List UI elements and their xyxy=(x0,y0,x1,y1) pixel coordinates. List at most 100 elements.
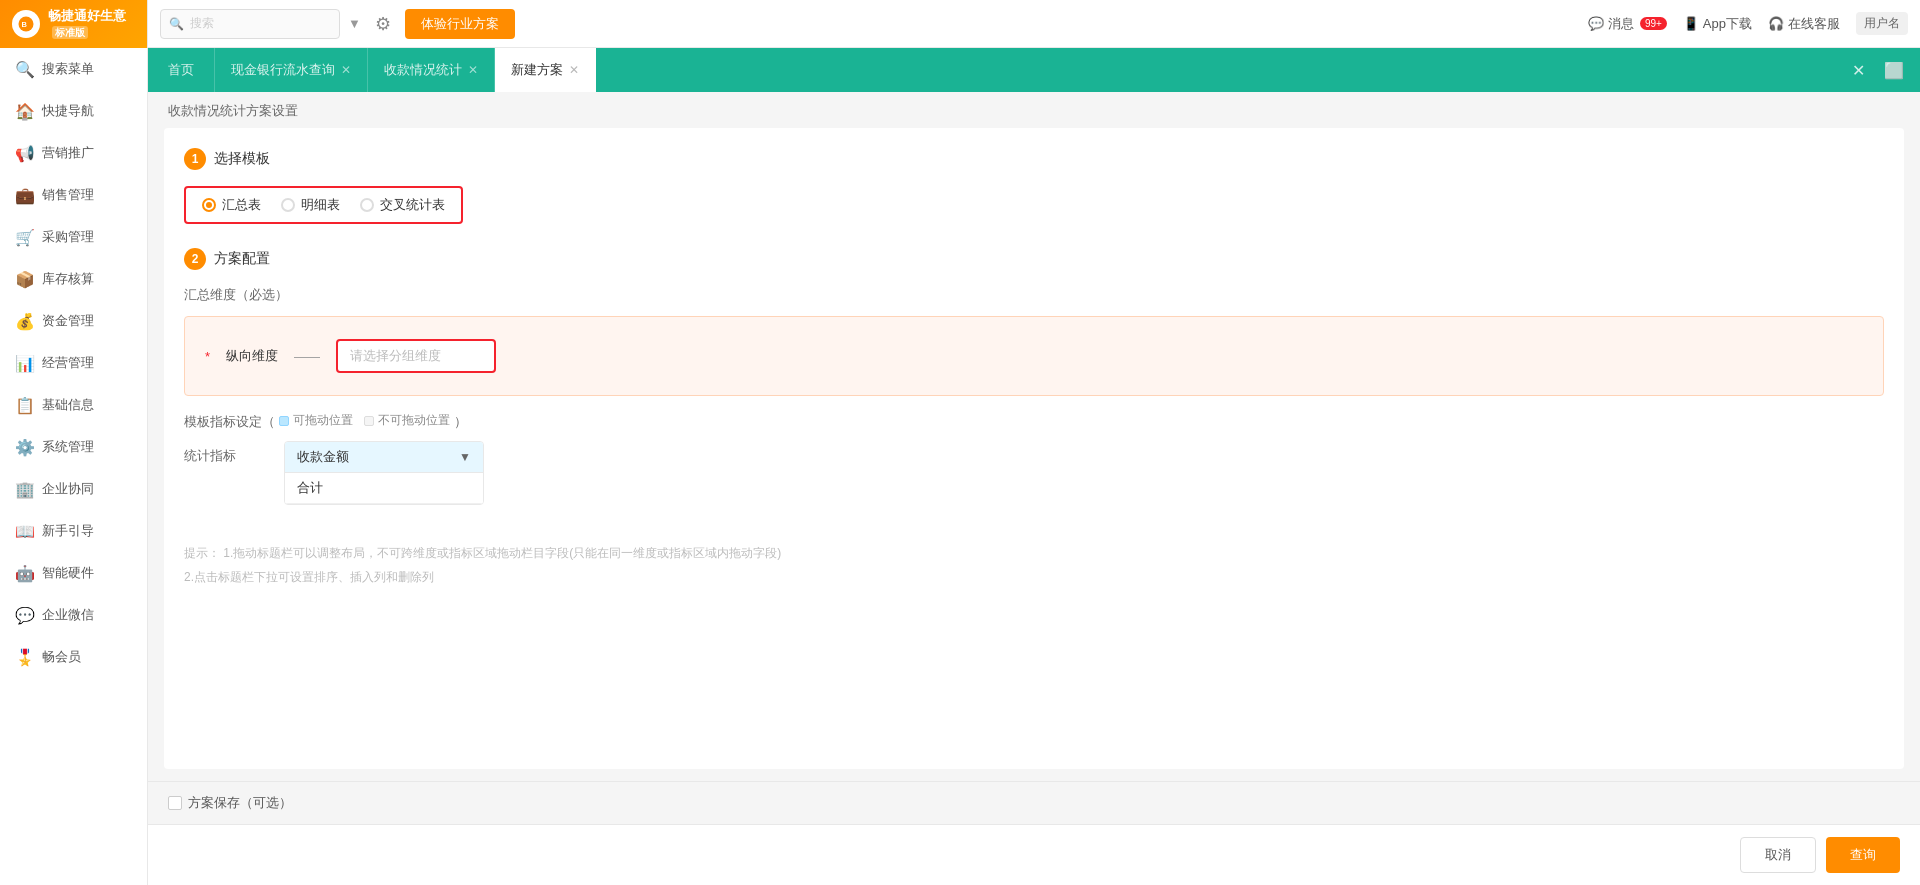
sidebar-item-member[interactable]: 🎖️ 畅会员 xyxy=(0,636,147,678)
sales-icon: 💼 xyxy=(16,186,34,204)
sidebar-item-inventory[interactable]: 📦 库存核算 xyxy=(0,258,147,300)
sidebar-item-label: 新手引导 xyxy=(42,522,94,540)
user-name: 用户名 xyxy=(1864,16,1900,30)
sidebar-item-search[interactable]: 🔍 搜索菜单 xyxy=(0,48,147,90)
sidebar-logo: B 畅捷通好生意 标准版 xyxy=(0,0,147,48)
service-label: 在线客服 xyxy=(1788,15,1840,33)
step2-header: 2 方案配置 xyxy=(184,248,1884,270)
form-card: 1 选择模板 汇总表 明细表 交叉统计表 xyxy=(164,128,1904,769)
download-icon: 📱 xyxy=(1683,16,1699,31)
sidebar-item-purchase[interactable]: 🛒 采购管理 xyxy=(0,216,147,258)
tab-collection-stats[interactable]: 收款情况统计 ✕ xyxy=(368,48,495,92)
sidebar-item-enterprise[interactable]: 🏢 企业协同 xyxy=(0,468,147,510)
legend-fixed-label: 不可拖动位置 xyxy=(378,412,450,429)
plan-save-checkbox[interactable]: 方案保存（可选） xyxy=(168,794,292,812)
page-content: 收款情况统计方案设置 1 选择模板 汇总表 明细表 xyxy=(148,92,1920,885)
dropdown-arrow-icon[interactable]: ▼ xyxy=(459,450,471,464)
radio-detail[interactable]: 明细表 xyxy=(281,196,340,214)
download-label: App下载 xyxy=(1703,15,1752,33)
radio-label-detail: 明细表 xyxy=(301,196,340,214)
sidebar-item-label: 库存核算 xyxy=(42,270,94,288)
sidebar-item-management[interactable]: 📊 经营管理 xyxy=(0,342,147,384)
step1-number: 1 xyxy=(184,148,206,170)
step1-title: 选择模板 xyxy=(214,150,270,168)
header-left: 🔍 搜索 ▼ ⚙ 体验行业方案 xyxy=(160,9,515,39)
legend-draggable-dot xyxy=(279,416,289,426)
query-button[interactable]: 查询 xyxy=(1826,837,1900,873)
sidebar-item-label: 企业微信 xyxy=(42,606,94,624)
sidebar-item-system[interactable]: ⚙️ 系统管理 xyxy=(0,426,147,468)
message-item[interactable]: 💬 消息 99+ xyxy=(1588,15,1667,33)
radio-cross[interactable]: 交叉统计表 xyxy=(360,196,445,214)
header-right: 💬 消息 99+ 📱 App下载 🎧 在线客服 用户名 xyxy=(1588,12,1908,35)
inventory-icon: 📦 xyxy=(16,270,34,288)
sidebar-item-label: 采购管理 xyxy=(42,228,94,246)
message-label: 消息 xyxy=(1608,15,1634,33)
marketing-icon: 📢 xyxy=(16,144,34,162)
tab-close-icon[interactable]: ✕ xyxy=(341,63,351,77)
metrics-category-label: 统计指标 xyxy=(184,441,264,465)
sidebar-item-basic[interactable]: 📋 基础信息 xyxy=(0,384,147,426)
tab-close-icon[interactable]: ✕ xyxy=(569,63,579,77)
sidebar-item-hardware[interactable]: 🤖 智能硬件 xyxy=(0,552,147,594)
sidebar-item-label: 基础信息 xyxy=(42,396,94,414)
legend-draggable-label: 可拖动位置 xyxy=(293,412,353,429)
home-icon: 🏠 xyxy=(16,102,34,120)
hint-line-1: 提示： 1.拖动标题栏可以调整布局，不可跨维度或指标区域拖动栏目字段(只能在同一… xyxy=(184,541,1884,565)
sidebar-item-marketing[interactable]: 📢 营销推广 xyxy=(0,132,147,174)
radio-circle-summary xyxy=(202,198,216,212)
close-window-btn[interactable]: ✕ xyxy=(1844,56,1872,84)
radio-circle-cross xyxy=(360,198,374,212)
metrics-label-prefix: 模板指标设定（ xyxy=(184,414,275,429)
plan-save-label: 方案保存（可选） xyxy=(188,794,292,812)
legend-fixed: 不可拖动位置 xyxy=(364,412,450,429)
download-item[interactable]: 📱 App下载 xyxy=(1683,15,1752,33)
guide-icon: 📖 xyxy=(16,522,34,540)
sidebar-item-finance[interactable]: 💰 资金管理 xyxy=(0,300,147,342)
tab-label: 首页 xyxy=(168,61,194,79)
radio-label-cross: 交叉统计表 xyxy=(380,196,445,214)
dimension-select[interactable]: 请选择分组维度 xyxy=(336,339,496,373)
tab-label: 现金银行流水查询 xyxy=(231,61,335,79)
checkbox-box[interactable] xyxy=(168,796,182,810)
management-icon: 📊 xyxy=(16,354,34,372)
metrics-table-header[interactable]: 收款金额 ▼ xyxy=(285,442,483,473)
tab-close-icon[interactable]: ✕ xyxy=(468,63,478,77)
sidebar-item-guide[interactable]: 📖 新手引导 xyxy=(0,510,147,552)
sidebar-item-wechat[interactable]: 💬 企业微信 xyxy=(0,594,147,636)
template-options: 汇总表 明细表 交叉统计表 xyxy=(184,186,463,224)
settings-icon[interactable]: ⚙ xyxy=(369,10,397,38)
metrics-label-suffix: ） xyxy=(454,414,467,429)
hint-area: 提示： 1.拖动标题栏可以调整布局，不可跨维度或指标区域拖动栏目字段(只能在同一… xyxy=(184,529,1884,601)
search-bar[interactable]: 🔍 搜索 xyxy=(160,9,340,39)
sidebar-item-nav[interactable]: 🏠 快捷导航 xyxy=(0,90,147,132)
search-placeholder: 搜索 xyxy=(190,15,214,32)
radio-summary[interactable]: 汇总表 xyxy=(202,196,261,214)
step1-header: 1 选择模板 xyxy=(184,148,1884,170)
tab-new-plan[interactable]: 新建方案 ✕ xyxy=(495,48,596,92)
maximize-btn[interactable]: ⬜ xyxy=(1880,56,1908,84)
basic-icon: 📋 xyxy=(16,396,34,414)
legend-fixed-dot xyxy=(364,416,374,426)
system-icon: ⚙️ xyxy=(16,438,34,456)
tab-cash-flow[interactable]: 现金银行流水查询 ✕ xyxy=(215,48,368,92)
industry-btn[interactable]: 体验行业方案 xyxy=(405,9,515,39)
metrics-column-name: 收款金额 xyxy=(297,448,349,466)
cancel-button[interactable]: 取消 xyxy=(1740,837,1816,873)
sidebar-item-label: 智能硬件 xyxy=(42,564,94,582)
tab-home[interactable]: 首页 xyxy=(148,48,215,92)
hint-line-2: 2.点击标题栏下拉可设置排序、插入列和删除列 xyxy=(184,565,1884,589)
metrics-row-label: 合计 xyxy=(297,480,323,495)
sidebar-item-label: 畅会员 xyxy=(42,648,81,666)
sidebar-item-label: 经营管理 xyxy=(42,354,94,372)
svg-text:B: B xyxy=(22,20,28,29)
sidebar-item-sales[interactable]: 💼 销售管理 xyxy=(0,174,147,216)
hardware-icon: 🤖 xyxy=(16,564,34,582)
user-info[interactable]: 用户名 xyxy=(1856,12,1908,35)
top-header: 🔍 搜索 ▼ ⚙ 体验行业方案 💬 消息 99+ 📱 App下载 🎧 在线客服 xyxy=(148,0,1920,48)
dimension-area: * 纵向维度 —— 请选择分组维度 xyxy=(184,316,1884,396)
step1-section: 1 选择模板 汇总表 明细表 交叉统计表 xyxy=(184,148,1884,224)
purchase-icon: 🛒 xyxy=(16,228,34,246)
chevron-down-icon[interactable]: ▼ xyxy=(348,16,361,31)
service-item[interactable]: 🎧 在线客服 xyxy=(1768,15,1840,33)
